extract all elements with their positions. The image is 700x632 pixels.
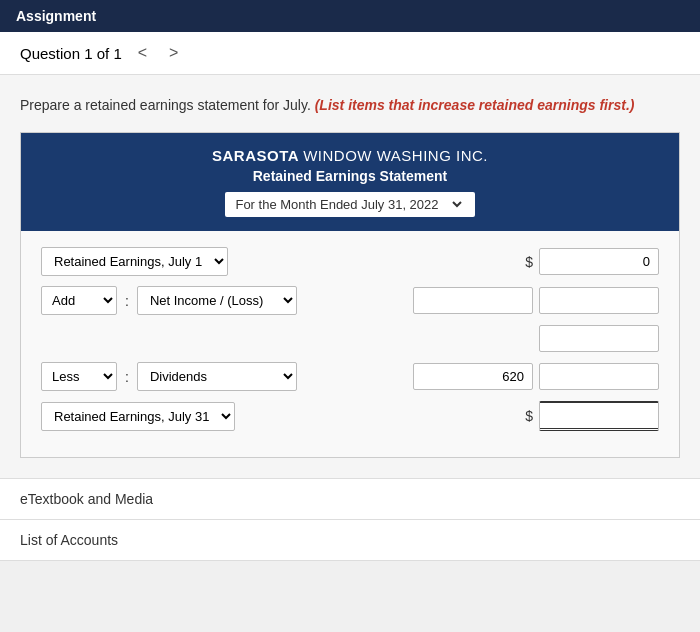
- add-net-income-row: Add Less Deduct : Net Income / (Loss): [41, 286, 659, 315]
- colon-2: :: [125, 369, 129, 385]
- dividends-select[interactable]: Dividends: [137, 362, 297, 391]
- statement-container: SARASOTA WINDOW WASHING INC. Retained Ea…: [20, 132, 680, 458]
- dollar-sign-1: $: [525, 254, 533, 270]
- company-name-bold: SARASOTA: [212, 147, 303, 164]
- period-text: For the Month Ended July 31, 2022: [235, 197, 438, 212]
- colon-1: :: [125, 293, 129, 309]
- bottom-buttons: eTextbook and Media List of Accounts: [0, 478, 700, 561]
- prev-button[interactable]: <: [132, 42, 153, 64]
- statement-header: SARASOTA WINDOW WASHING INC. Retained Ea…: [21, 133, 679, 231]
- period-row: For the Month Ended July 31, 2022: [225, 192, 474, 217]
- assignment-title: Assignment: [16, 8, 96, 24]
- next-button[interactable]: >: [163, 42, 184, 64]
- retained-earnings-july31-row: Retained Earnings, July 31 $: [41, 401, 659, 431]
- retained-earnings-july31-input[interactable]: [539, 401, 659, 431]
- less-dividends-row: Less Add Deduct : Dividends: [41, 362, 659, 391]
- company-name: SARASOTA WINDOW WASHING INC.: [41, 147, 659, 164]
- empty-outer-input[interactable]: [539, 325, 659, 352]
- empty-row: [41, 325, 659, 352]
- question-label: Question 1 of 1: [20, 45, 122, 62]
- net-income-outer-input[interactable]: [539, 287, 659, 314]
- main-content: Prepare a retained earnings statement fo…: [0, 75, 700, 478]
- instruction-emphasis: (List items that increase retained earni…: [315, 97, 635, 113]
- less-select[interactable]: Less Add Deduct: [41, 362, 117, 391]
- statement-title: Retained Earnings Statement: [41, 168, 659, 184]
- retained-earnings-july1-input[interactable]: [539, 248, 659, 275]
- question-header: Question 1 of 1 < >: [0, 32, 700, 75]
- retained-earnings-july31-select[interactable]: Retained Earnings, July 31: [41, 402, 235, 431]
- instruction-main: Prepare a retained earnings statement fo…: [20, 97, 315, 113]
- top-bar: Assignment: [0, 0, 700, 32]
- retained-earnings-july1-select[interactable]: Retained Earnings, July 1: [41, 247, 228, 276]
- retained-earnings-july1-row: Retained Earnings, July 1 $: [41, 247, 659, 276]
- company-name-rest: WINDOW WASHING INC.: [303, 147, 488, 164]
- instruction-text: Prepare a retained earnings statement fo…: [20, 95, 680, 116]
- dollar-sign-2: $: [525, 408, 533, 424]
- net-income-inner-input[interactable]: [413, 287, 533, 314]
- dividends-outer-input[interactable]: [539, 363, 659, 390]
- etextbook-button[interactable]: eTextbook and Media: [0, 479, 700, 520]
- statement-body: Retained Earnings, July 1 $ Add Less Ded…: [21, 231, 679, 457]
- period-select[interactable]: [445, 196, 465, 213]
- net-income-select[interactable]: Net Income / (Loss): [137, 286, 297, 315]
- add-select[interactable]: Add Less Deduct: [41, 286, 117, 315]
- list-of-accounts-button[interactable]: List of Accounts: [0, 520, 700, 561]
- dividends-inner-input[interactable]: [413, 363, 533, 390]
